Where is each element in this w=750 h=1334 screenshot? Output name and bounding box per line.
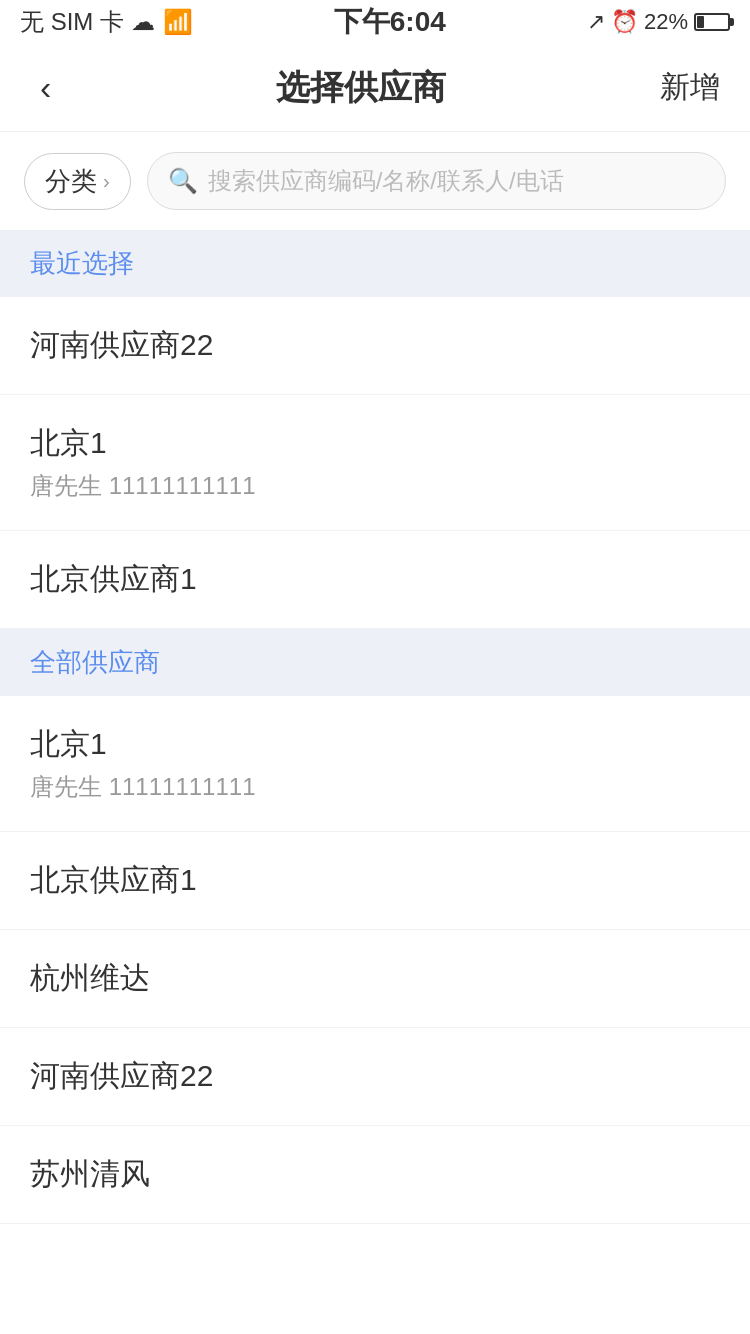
all-list: 北京1 唐先生 11111111111 北京供应商1 杭州维达河南供应商22 苏州清风	[0, 696, 750, 1224]
location-icon: ↗	[587, 9, 605, 35]
chevron-icon: ›	[103, 170, 110, 193]
battery-percent: 22%	[644, 9, 688, 35]
item-name: 河南供应商22	[30, 325, 720, 366]
all-list-item[interactable]: 杭州维达	[0, 930, 750, 1028]
item-sub: 唐先生 11111111111	[30, 771, 720, 803]
nav-bar: ‹ 选择供应商 新增	[0, 44, 750, 132]
filter-bar: 分类 › 🔍 搜索供应商编码/名称/联系人/电话	[0, 132, 750, 230]
recent-list: 河南供应商22 北京1 唐先生 11111111111 北京供应商1	[0, 297, 750, 629]
item-name: 杭州维达	[30, 958, 720, 999]
recent-section-title: 最近选择	[30, 248, 134, 278]
battery-icon	[694, 13, 730, 31]
item-name: 北京1	[30, 724, 720, 765]
search-placeholder: 搜索供应商编码/名称/联系人/电话	[208, 165, 564, 197]
recent-list-item[interactable]: 河南供应商22	[0, 297, 750, 395]
wifi-icon: 📶	[163, 8, 193, 36]
recent-list-item[interactable]: 北京1 唐先生 11111111111	[0, 395, 750, 531]
category-label: 分类	[45, 164, 97, 199]
status-time: 下午6:04	[334, 3, 446, 41]
sim-status: 无 SIM 卡 ☁	[20, 6, 155, 38]
item-sub: 唐先生 11111111111	[30, 470, 720, 502]
all-list-item[interactable]: 北京供应商1	[0, 832, 750, 930]
recent-section-header: 最近选择	[0, 230, 750, 297]
all-section-title: 全部供应商	[30, 647, 160, 677]
search-box[interactable]: 🔍 搜索供应商编码/名称/联系人/电话	[147, 152, 726, 210]
page-title: 选择供应商	[276, 65, 446, 111]
search-icon: 🔍	[168, 167, 198, 195]
item-name: 苏州清风	[30, 1154, 720, 1195]
status-bar: 无 SIM 卡 ☁ 📶 下午6:04 ↗ ⏰ 22%	[0, 0, 750, 44]
all-list-item[interactable]: 河南供应商22	[0, 1028, 750, 1126]
all-list-item[interactable]: 苏州清风	[0, 1126, 750, 1224]
status-right: ↗ ⏰ 22%	[587, 9, 730, 35]
all-section-header: 全部供应商	[0, 629, 750, 696]
add-button[interactable]: 新增	[660, 67, 720, 108]
status-left: 无 SIM 卡 ☁ 📶	[20, 6, 193, 38]
item-name: 河南供应商22	[30, 1056, 720, 1097]
recent-list-item[interactable]: 北京供应商1	[0, 531, 750, 629]
item-name: 北京供应商1	[30, 860, 720, 901]
item-name: 北京1	[30, 423, 720, 464]
item-name: 北京供应商1	[30, 559, 720, 600]
all-list-item[interactable]: 北京1 唐先生 11111111111	[0, 696, 750, 832]
alarm-icon: ⏰	[611, 9, 638, 35]
back-button[interactable]: ‹	[30, 58, 61, 117]
category-button[interactable]: 分类 ›	[24, 153, 131, 210]
